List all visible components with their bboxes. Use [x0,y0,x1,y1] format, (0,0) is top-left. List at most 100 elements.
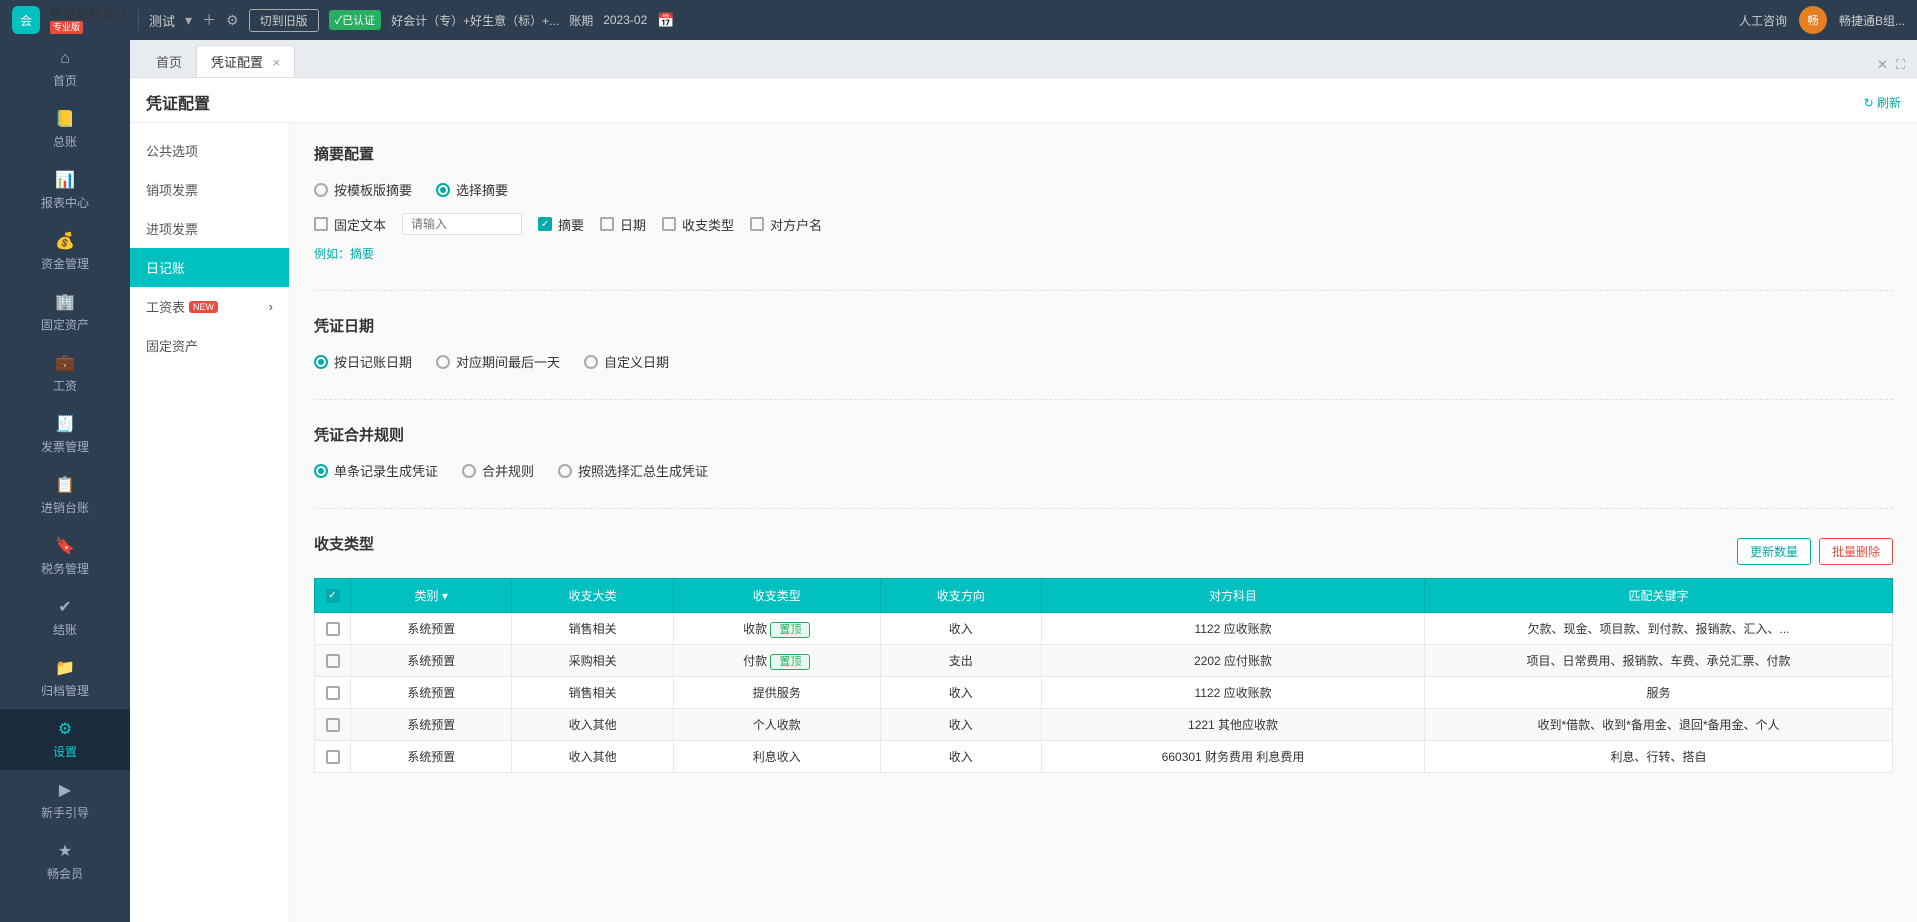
row-checkbox[interactable] [315,709,351,741]
sidebar-label-asset: 固定资产 [41,316,89,333]
user-avatar: 畅 [1799,6,1827,34]
sidebar-item-home[interactable]: ⌂ 首页 [0,40,130,99]
radio-merge-label: 合并规则 [482,461,534,480]
top-divider [138,10,139,30]
radio-single-label: 单条记录生成凭证 [334,461,438,480]
consult-btn[interactable]: 人工咨询 [1739,12,1787,29]
checkbox-date[interactable]: 日期 [600,215,646,234]
fixed-text-input[interactable] [402,213,522,235]
refresh-btn[interactable]: ↻ 刷新 [1864,94,1901,111]
row-check-4[interactable] [326,750,340,764]
dropdown-icon[interactable]: ▾ [185,12,192,29]
sidebar-item-guide[interactable]: ▶ 新手引导 [0,770,130,831]
radio-template[interactable]: 按模板版摘要 [314,180,412,199]
checkbox-fixed-text[interactable]: 固定文本 [314,215,386,234]
update-btn[interactable]: 更新数量 [1737,538,1811,565]
arrow-icon: › [269,299,273,314]
row-checkbox[interactable] [315,741,351,773]
radio-summary-generate[interactable]: 按照选择汇总生成凭证 [558,461,708,480]
settle-icon: ✔ [58,597,71,617]
sidebar-item-archive[interactable]: 📁 归档管理 [0,648,130,709]
calendar-icon[interactable]: 📅 [657,12,674,29]
certified-badge: ✓已认证 [329,10,382,30]
tax-icon: 🔖 [55,536,75,556]
radio-period-last[interactable]: 对应期间最后一天 [436,352,560,371]
checkbox-type-box [662,217,676,231]
radio-select-label: 选择摘要 [456,180,508,199]
row-account: 1221 其他应收款 [1042,709,1425,741]
radio-custom-date[interactable]: 自定义日期 [584,352,669,371]
leftnav-public[interactable]: 公共选项 [130,131,289,170]
salary-icon: 💼 [55,353,75,373]
close-window-icon[interactable]: ✕ [1877,57,1888,73]
row-sub-type: 利息收入 [673,741,880,773]
table-row: 系统预置 销售相关 收款 置顶 收入 1122 应收账款 欠款、现金、项目款、到… [315,613,1893,645]
sidebar-label-guide: 新手引导 [41,804,89,821]
header-checkbox[interactable]: ✓ [326,589,340,603]
left-nav: 公共选项 销项发票 进项发票 日记账 工资表 NEW › 固定资产 [130,123,290,922]
radio-period-last-label: 对应期间最后一天 [456,352,560,371]
sidebar-item-tax[interactable]: 🔖 税务管理 [0,526,130,587]
settings-icon[interactable]: ⚙ [226,12,239,29]
checkbox-summary-box: ✓ [538,217,552,231]
sidebar-item-invoice[interactable]: 🧾 发票管理 [0,404,130,465]
sidebar-item-fund[interactable]: 💰 资金管理 [0,221,130,282]
tab-bar: 首页 凭证配置 × ✕ ⛶ [130,40,1917,78]
switch-version-btn[interactable]: 切到旧版 [249,9,319,32]
col-main-type: 收支大类 [512,579,673,613]
row-checkbox[interactable] [315,677,351,709]
sidebar-item-member[interactable]: ★ 畅会员 [0,831,130,892]
row-checkbox[interactable] [315,645,351,677]
sidebar-item-report[interactable]: 📊 报表中心 [0,160,130,221]
row-account: 1122 应收账款 [1042,677,1425,709]
close-tab-icon[interactable]: × [273,55,281,70]
sidebar-label-home: 首页 [53,72,77,89]
row-account: 1122 应收账款 [1042,613,1425,645]
sidebar-label-purchase: 进销台账 [41,499,89,516]
radio-journal-date[interactable]: 按日记账日期 [314,352,412,371]
col-direction: 收支方向 [880,579,1041,613]
row-check-0[interactable] [326,622,340,636]
member-icon: ★ [58,841,72,861]
checkbox-counterparty[interactable]: 对方户名 [750,215,822,234]
sidebar-item-ledger[interactable]: 📒 总账 [0,99,130,160]
sidebar-item-settings[interactable]: ⚙ 设置 [0,709,130,770]
tab-home[interactable]: 首页 [142,46,196,77]
checkbox-date-box [600,217,614,231]
merge-rules-title: 凭证合并规则 [314,424,1893,445]
col-checkbox: ✓ [315,579,351,613]
sidebar-item-asset[interactable]: 🏢 固定资产 [0,282,130,343]
sidebar-item-salary[interactable]: 💼 工资 [0,343,130,404]
row-checkbox[interactable] [315,613,351,645]
leftnav-journal[interactable]: 日记账 [130,248,289,287]
sidebar-item-purchase[interactable]: 📋 进销台账 [0,465,130,526]
row-check-3[interactable] [326,718,340,732]
checkbox-summary-label: 摘要 [558,215,584,234]
two-pane: 公共选项 销项发票 进项发票 日记账 工资表 NEW › 固定资产 摘要配置 [130,123,1917,922]
radio-template-label: 按模板版摘要 [334,180,412,199]
row-check-1[interactable] [326,654,340,668]
table-row: 系统预置 收入其他 利息收入 收入 660301 财务费用 利息费用 利息、行转… [315,741,1893,773]
maximize-icon[interactable]: ⛶ [1896,57,1905,73]
add-icon[interactable]: ＋ [202,10,216,30]
radio-merge[interactable]: 合并规则 [462,461,534,480]
new-badge: NEW [189,301,218,313]
sidebar-label-invoice: 发票管理 [41,438,89,455]
row-category: 系统预置 [351,741,512,773]
user-name: 畅捷通B组... [1839,12,1905,29]
row-check-2[interactable] [326,686,340,700]
delete-btn[interactable]: 批量删除 [1819,538,1893,565]
checkbox-type-label: 收支类型 [682,215,734,234]
sidebar-item-settle[interactable]: ✔ 结账 [0,587,130,648]
checkbox-type[interactable]: 收支类型 [662,215,734,234]
software-info: 好会计（专）+好生意（标）+... [391,12,559,29]
leftnav-sales-invoice[interactable]: 销项发票 [130,170,289,209]
leftnav-purchase-invoice[interactable]: 进项发票 [130,209,289,248]
radio-single[interactable]: 单条记录生成凭证 [314,461,438,480]
radio-summary-generate-label: 按照选择汇总生成凭证 [578,461,708,480]
radio-select[interactable]: 选择摘要 [436,180,508,199]
leftnav-fixed-asset[interactable]: 固定资产 [130,326,289,365]
tab-voucher-config[interactable]: 凭证配置 × [196,45,295,77]
leftnav-salary-table[interactable]: 工资表 NEW › [130,287,289,326]
checkbox-summary[interactable]: ✓ 摘要 [538,215,584,234]
